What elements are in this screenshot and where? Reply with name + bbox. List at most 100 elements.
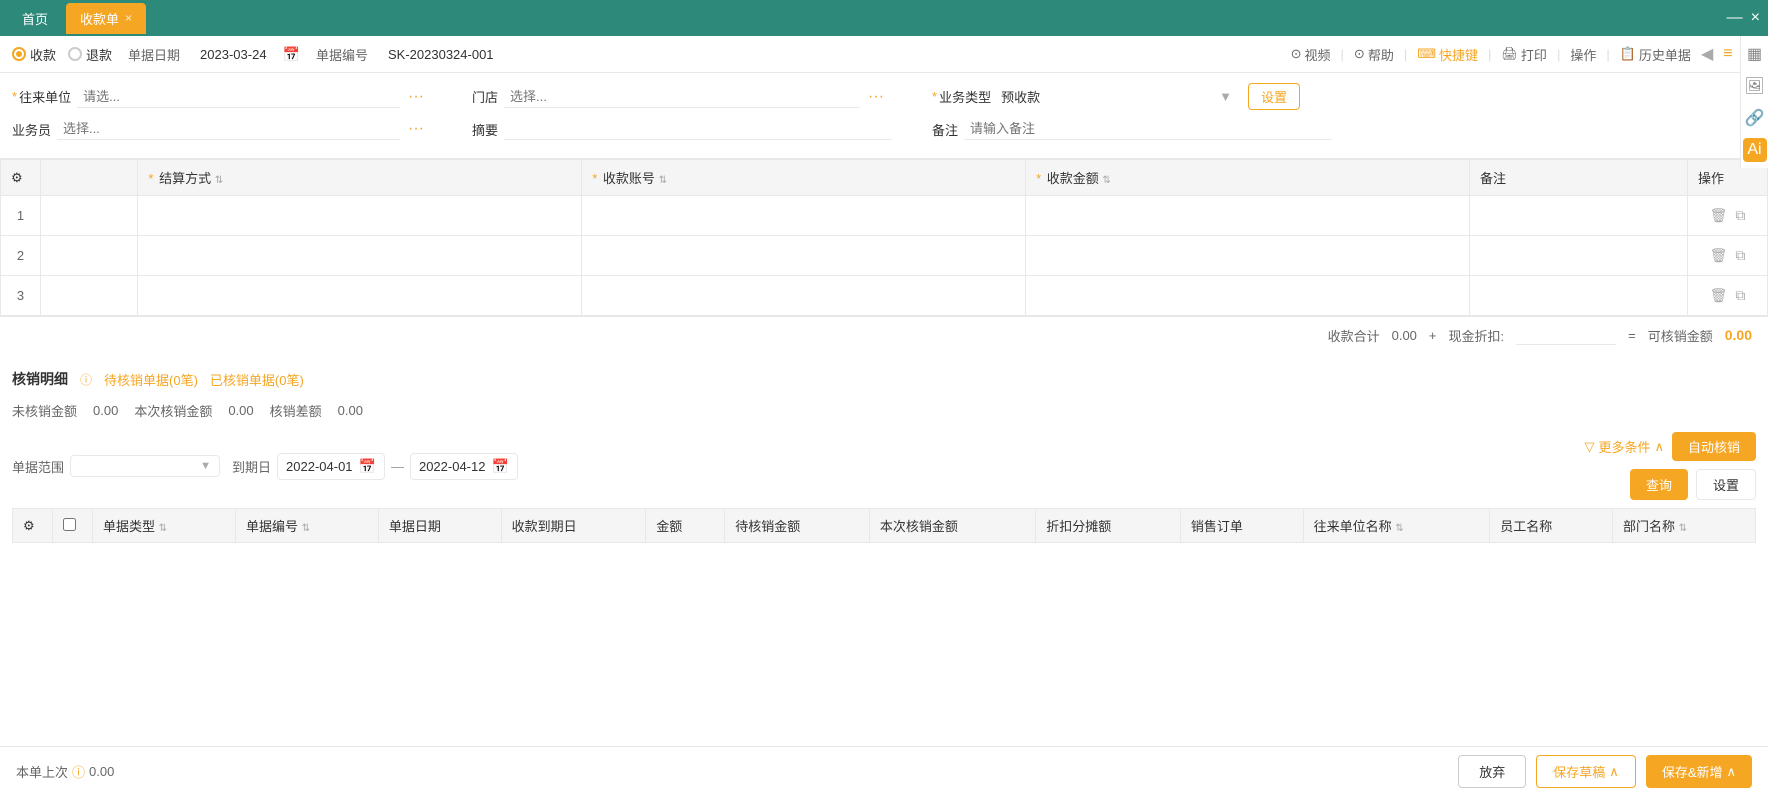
verif-th-4: 金额: [646, 509, 725, 543]
row-2-delete-icon[interactable]: 🗑: [1710, 247, 1728, 264]
summary-field: 摘要: [472, 118, 892, 140]
verif-th-11: 部门名称 ⇅: [1612, 509, 1755, 543]
remark-input[interactable]: [964, 118, 1332, 140]
row-3-copy-icon[interactable]: ⧉: [1735, 287, 1745, 304]
scroll-left-icon[interactable]: ◀: [1701, 44, 1713, 64]
sort-icon-2[interactable]: ⇅: [1102, 175, 1110, 186]
receipt-table-container: ⚙ * 结算方式 ⇅ * 收款账号 ⇅ * 收款金额: [0, 159, 1768, 353]
counterpart-input[interactable]: [77, 86, 400, 108]
current-label: 本次核销金额: [134, 401, 212, 420]
sidebar-ai-icon[interactable]: Ai: [1743, 138, 1767, 162]
refund-radio-dot: [68, 47, 82, 61]
due-to-input[interactable]: 2022-04-12 📅: [410, 453, 518, 480]
row-2-remark[interactable]: [1469, 236, 1687, 276]
sidebar-link-icon[interactable]: 🔗: [1743, 106, 1767, 130]
sidebar-image-icon[interactable]: 🖼: [1743, 74, 1767, 98]
row-1-ops: 🗑 ⧉: [1688, 196, 1768, 236]
verif-sort-1[interactable]: ⇅: [302, 523, 310, 534]
staff-input[interactable]: [57, 118, 400, 140]
sort-icon-0[interactable]: ⇅: [215, 175, 223, 186]
verif-check-th[interactable]: [53, 509, 93, 543]
discount-input[interactable]: [1516, 325, 1616, 345]
due-from-cal-icon[interactable]: 📅: [359, 458, 376, 475]
counterpart-label: 往来单位: [19, 87, 71, 106]
tab-receipt-label: 收款单: [80, 9, 119, 28]
window-minimize-icon[interactable]: —: [1727, 9, 1743, 27]
range-select[interactable]: ▼: [70, 455, 220, 477]
row-1-delete-icon[interactable]: 🗑: [1710, 207, 1728, 224]
pending-tab[interactable]: 待核销单据(0笔): [104, 370, 198, 389]
store-more-btn[interactable]: ···: [860, 88, 892, 106]
verif-table: ⚙ 单据类型 ⇅ 单据编号 ⇅ 单据日期: [12, 508, 1756, 543]
row-2-payment[interactable]: [138, 236, 582, 276]
receipt-table-head: ⚙ * 结算方式 ⇅ * 收款账号 ⇅ * 收款金额: [1, 160, 1768, 196]
due-to-cal-icon[interactable]: 📅: [491, 458, 508, 475]
due-from-value: 2022-04-01: [286, 459, 353, 474]
verif-info-icon[interactable]: ⓘ: [80, 371, 92, 388]
done-tab[interactable]: 已核销单据(0笔): [210, 370, 304, 389]
row-1-empty: [41, 196, 138, 236]
row-2-copy-icon[interactable]: ⧉: [1735, 247, 1745, 264]
running-total-info-icon[interactable]: ⓘ: [72, 762, 85, 781]
table-gear-th[interactable]: ⚙: [1, 160, 41, 196]
tab-home[interactable]: 首页: [8, 3, 62, 34]
sep3: |: [1488, 47, 1491, 62]
history-btn[interactable]: 📋 历史单据: [1620, 45, 1691, 64]
receipt-radio[interactable]: 收款: [12, 45, 56, 64]
summary-input[interactable]: [504, 118, 892, 140]
video-btn[interactable]: ⊙ 视频: [1291, 45, 1331, 64]
row-3-delete-icon[interactable]: 🗑: [1710, 287, 1728, 304]
help-btn[interactable]: ⊙ 帮助: [1354, 45, 1394, 64]
sep4: |: [1557, 47, 1560, 62]
row-3-remark[interactable]: [1469, 276, 1687, 316]
date-value: 2023-03-24: [200, 47, 267, 62]
row-3-payment[interactable]: [138, 276, 582, 316]
counterpart-more-btn[interactable]: ···: [400, 88, 432, 106]
row-2-amount[interactable]: [1026, 236, 1470, 276]
staff-field: 业务员 ···: [12, 118, 432, 140]
verif-sort-9[interactable]: ⇅: [1395, 523, 1403, 534]
discount-label: 现金折扣:: [1449, 326, 1505, 345]
available-label: 可核销金额: [1648, 326, 1713, 345]
sidebar-table-icon[interactable]: ▦: [1743, 42, 1767, 66]
diff-label: 核销差额: [270, 401, 322, 420]
settings-button[interactable]: 设置: [1248, 83, 1300, 110]
row-2-account[interactable]: [582, 236, 1026, 276]
row-1-account[interactable]: [582, 196, 1026, 236]
select-all-checkbox[interactable]: [63, 518, 76, 531]
row-1-amount[interactable]: [1026, 196, 1470, 236]
refund-radio[interactable]: 退款: [68, 45, 112, 64]
save-draft-button[interactable]: 保存草稿 ∧: [1536, 755, 1636, 788]
sort-icon-1[interactable]: ⇅: [659, 175, 667, 186]
verif-gear-th[interactable]: ⚙: [13, 509, 53, 543]
row-3-account[interactable]: [582, 276, 1026, 316]
biz-chevron-icon[interactable]: ▼: [1219, 89, 1232, 104]
window-close-icon[interactable]: ×: [1751, 9, 1760, 27]
verif-sort-0[interactable]: ⇅: [159, 523, 167, 534]
row-1-remark[interactable]: [1469, 196, 1687, 236]
row-1-copy-icon[interactable]: ⧉: [1735, 207, 1745, 224]
calendar-icon[interactable]: 📅: [283, 46, 300, 63]
row-1-payment[interactable]: [138, 196, 582, 236]
tab-close-icon[interactable]: ×: [125, 11, 132, 25]
tab-receipt[interactable]: 收款单 ×: [66, 3, 146, 34]
query-btn[interactable]: 查询: [1630, 469, 1688, 500]
shortcut-btn[interactable]: ⌨ 快捷键: [1417, 45, 1478, 64]
unchecked-label: 未核销金额: [12, 401, 77, 420]
print-btn[interactable]: 🖨 打印: [1501, 45, 1547, 64]
store-input[interactable]: [504, 86, 860, 108]
refund-label: 退款: [86, 45, 112, 64]
row-3-amount[interactable]: [1026, 276, 1470, 316]
ops-btn[interactable]: 操作: [1570, 45, 1596, 64]
save-new-button[interactable]: 保存&新增 ∧: [1646, 755, 1752, 788]
verif-set-btn[interactable]: 设置: [1696, 469, 1756, 500]
store-label: 门店: [472, 87, 498, 106]
scroll-right-icon[interactable]: ≡: [1723, 45, 1732, 63]
verif-th-1: 单据编号 ⇅: [235, 509, 378, 543]
abandon-button[interactable]: 放弃: [1458, 755, 1526, 788]
staff-more-btn[interactable]: ···: [400, 120, 432, 138]
auto-verify-btn[interactable]: 自动核销: [1672, 432, 1756, 461]
due-from-input[interactable]: 2022-04-01 📅: [277, 453, 385, 480]
verif-sort-11[interactable]: ⇅: [1679, 523, 1687, 534]
more-cond-btn[interactable]: ▽ 更多条件 ∧: [1584, 437, 1664, 456]
